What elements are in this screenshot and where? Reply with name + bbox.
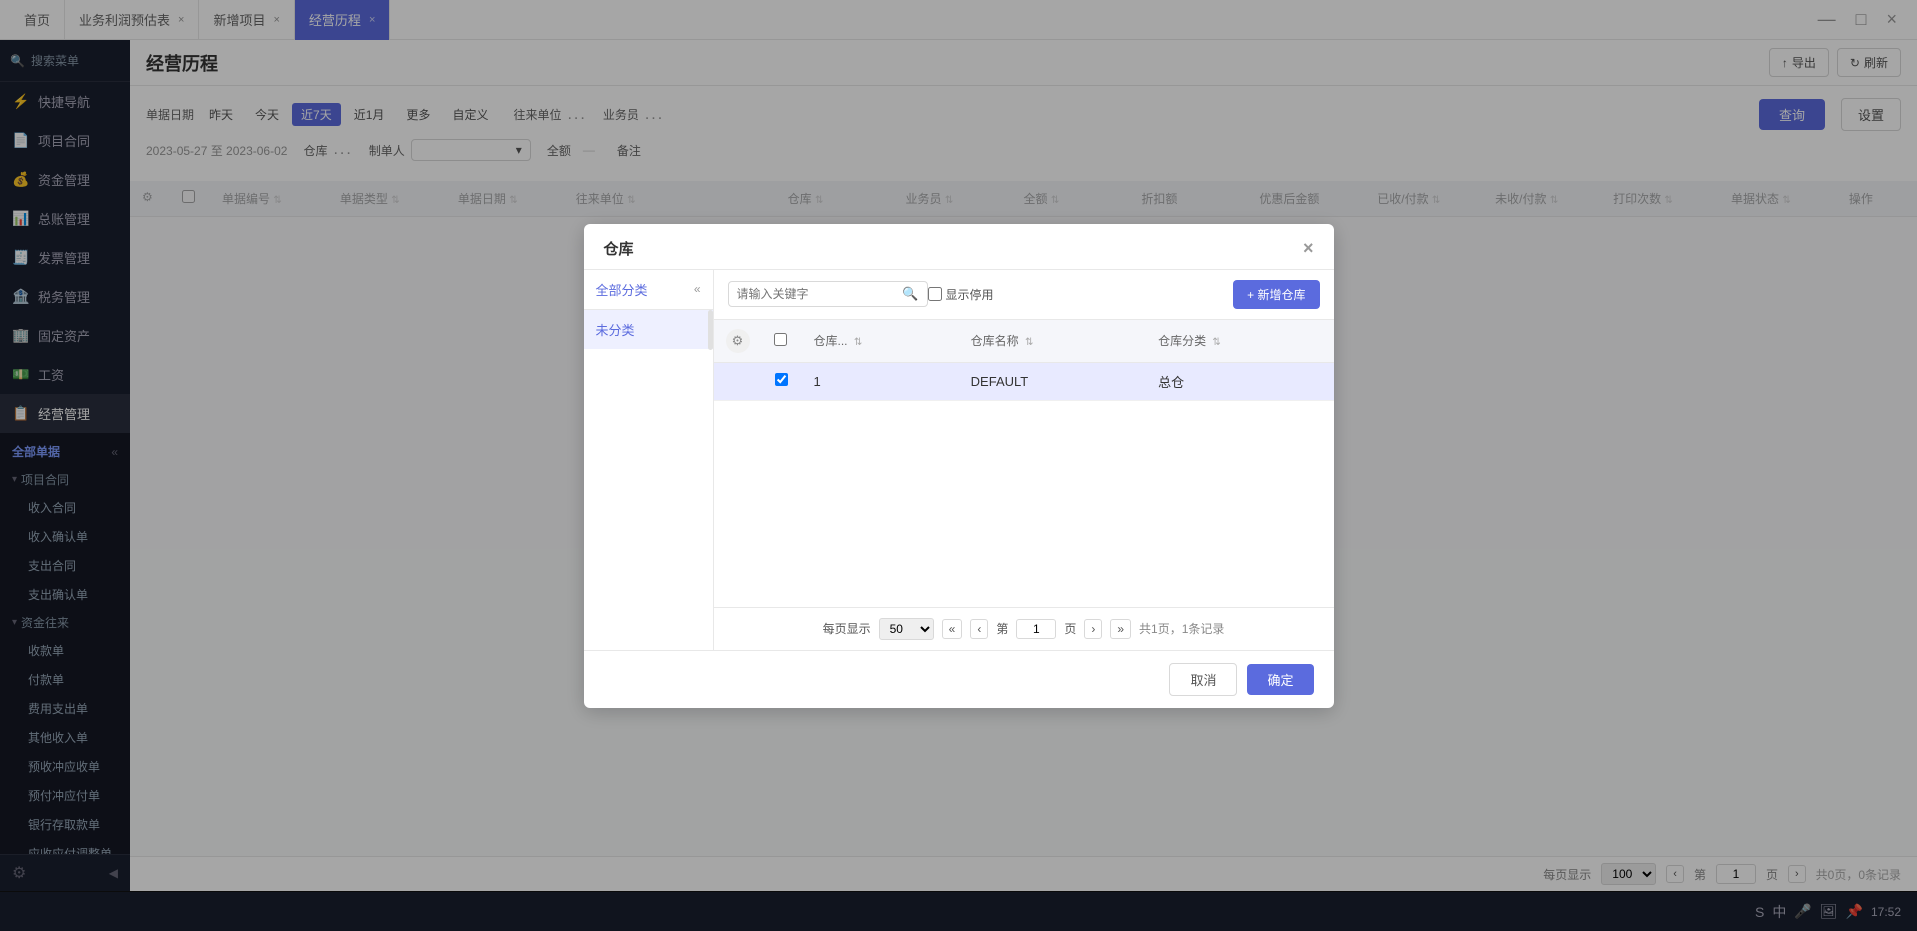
row-id: 1	[802, 362, 959, 400]
warehouse-table-body: 1 DEFAULT 总仓	[714, 362, 1334, 400]
dialog-close-button[interactable]: ×	[1303, 238, 1314, 259]
sort-cat-icon[interactable]: ⇅	[1212, 337, 1220, 348]
column-settings-icon[interactable]: ⚙	[726, 329, 750, 353]
per-page-label: 每页显示	[823, 620, 871, 637]
page-unit: 页	[1064, 620, 1076, 637]
th-name-label: 仓库名称	[971, 334, 1019, 348]
left-panel-collapse-btn[interactable]: «	[694, 282, 701, 296]
row-check	[762, 362, 802, 400]
dialog-title: 仓库	[604, 238, 634, 259]
search-icon: 🔍	[902, 286, 918, 302]
page-next-btn[interactable]: ›	[1084, 619, 1102, 639]
table-row[interactable]: 1 DEFAULT 总仓	[714, 362, 1334, 400]
row-code-value: DEFAULT	[971, 374, 1029, 389]
left-scrollbar	[708, 310, 713, 350]
page-last-btn[interactable]: »	[1110, 619, 1131, 639]
dialog-right-panel: 🔍 显示停用 + 新增仓库 ⚙	[714, 270, 1334, 650]
dialog-left-header: 全部分类 «	[584, 270, 713, 310]
page-first-btn[interactable]: «	[942, 619, 963, 639]
dialog-left-panel: 全部分类 « 未分类	[584, 270, 714, 650]
search-box: 🔍	[728, 281, 928, 307]
th-id-label: 仓库...	[814, 334, 848, 348]
dialog-header: 仓库 ×	[584, 224, 1334, 270]
category-label: 未分类	[596, 323, 635, 338]
show-disabled-checkbox[interactable]	[928, 287, 942, 301]
warehouse-table: ⚙ 仓库... ⇅ 仓库名称 ⇅	[714, 320, 1334, 401]
all-categories-label[interactable]: 全部分类	[596, 280, 648, 299]
search-input[interactable]	[737, 287, 897, 301]
row-name-value: 总仓	[1158, 375, 1184, 390]
show-disabled-label: 显示停用	[946, 286, 994, 303]
dialog-body: 全部分类 « 未分类 🔍 显示停用	[584, 270, 1334, 650]
page-number-input[interactable]	[1016, 619, 1056, 639]
page-label: 第	[996, 620, 1008, 637]
select-all-warehouse[interactable]	[774, 333, 787, 346]
row-code: DEFAULT	[959, 362, 1146, 400]
row-id-value: 1	[814, 374, 821, 389]
th-check-warehouse	[762, 320, 802, 363]
pagination-total-info: 共1页，1条记录	[1139, 620, 1224, 637]
th-warehouse-id: 仓库... ⇅	[802, 320, 959, 363]
th-cat-label: 仓库分类	[1158, 334, 1206, 348]
row-gear	[714, 362, 762, 400]
cancel-button[interactable]: 取消	[1169, 663, 1237, 696]
page-prev-btn[interactable]: ‹	[970, 619, 988, 639]
th-gear-warehouse: ⚙	[714, 320, 762, 363]
show-disabled-toggle: 显示停用	[928, 286, 994, 303]
category-item-uncategorized[interactable]: 未分类	[584, 310, 713, 349]
dialog-footer: 取消 确定	[584, 650, 1334, 708]
right-toolbar: 🔍 显示停用 + 新增仓库	[714, 270, 1334, 320]
dialog-pagination: 每页显示 50 100 20 « ‹ 第 页 › » 共1页，1条记录	[714, 607, 1334, 650]
confirm-button[interactable]: 确定	[1247, 664, 1313, 695]
warehouse-table-container: ⚙ 仓库... ⇅ 仓库名称 ⇅	[714, 320, 1334, 607]
per-page-select[interactable]: 50 100 20	[879, 618, 934, 640]
row-checkbox[interactable]	[775, 373, 788, 386]
row-name: 总仓	[1146, 362, 1333, 400]
th-warehouse-name: 仓库名称 ⇅	[959, 320, 1146, 363]
warehouse-table-head: ⚙ 仓库... ⇅ 仓库名称 ⇅	[714, 320, 1334, 363]
warehouse-dialog: 仓库 × 全部分类 « 未分类 🔍	[584, 224, 1334, 708]
left-panel-scroll: 未分类	[584, 310, 713, 650]
add-warehouse-button[interactable]: + 新增仓库	[1233, 280, 1319, 309]
sort-name-icon[interactable]: ⇅	[1025, 337, 1033, 348]
sort-id-icon[interactable]: ⇅	[854, 337, 862, 348]
th-warehouse-category: 仓库分类 ⇅	[1146, 320, 1333, 363]
